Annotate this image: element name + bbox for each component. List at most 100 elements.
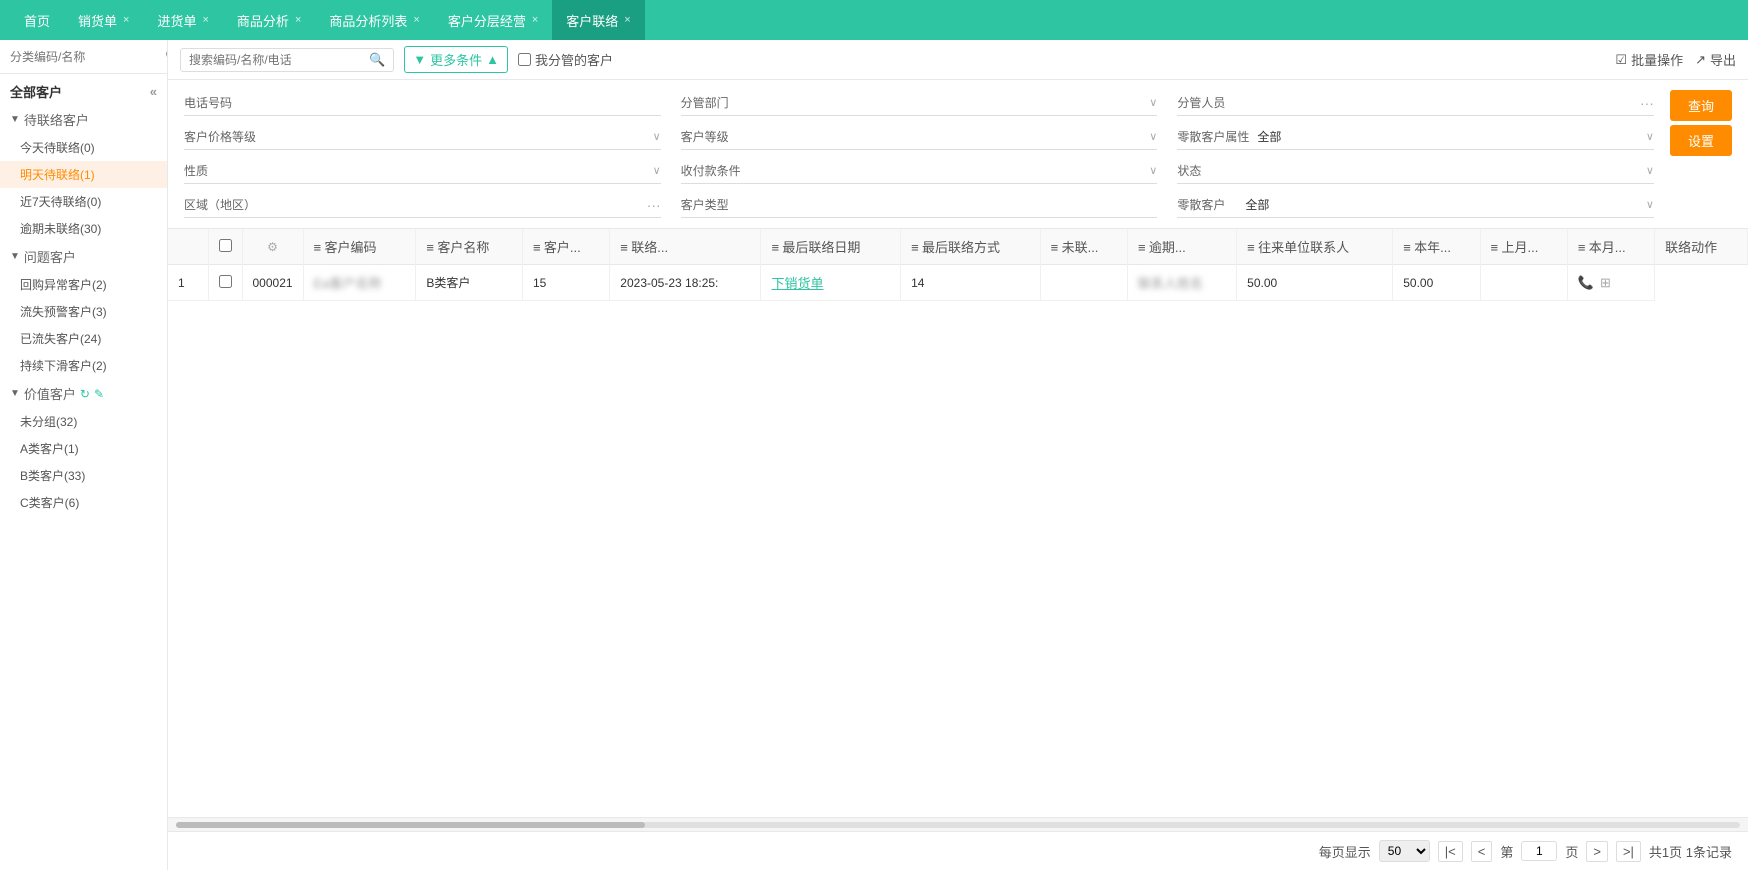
next-page-button[interactable]: > bbox=[1586, 841, 1608, 862]
nav-item-product-analysis-list[interactable]: 商品分析列表 × bbox=[315, 0, 433, 40]
filter-scatter-customer[interactable]: 零散客户 全部 ∨ bbox=[1177, 192, 1654, 218]
chevron-down-icon[interactable]: ∨ bbox=[1646, 198, 1654, 211]
last-method-link[interactable]: 下销货单 bbox=[771, 276, 823, 291]
search-icon[interactable]: 🔍 bbox=[369, 52, 385, 68]
sidebar-group-problem[interactable]: ▼ 问题客户 bbox=[0, 242, 167, 271]
more-filter-button[interactable]: ▼ 更多条件 ▲ bbox=[404, 46, 508, 73]
edit-icon[interactable]: ✎ bbox=[94, 387, 104, 401]
sidebar-group-value[interactable]: ▼ 价值客户 ↻ ✎ bbox=[0, 379, 167, 408]
filter-row-2: 客户价格等级 ∨ 客户等级 ∨ 零散客户属性 全部 ∨ bbox=[184, 124, 1654, 150]
filter-phone[interactable]: 电话号码 bbox=[184, 90, 661, 116]
sidebar-search-bar[interactable]: 🔍 bbox=[0, 40, 167, 74]
sidebar-item-today[interactable]: 今天待联络(0) bbox=[0, 134, 167, 161]
close-icon[interactable]: × bbox=[532, 14, 538, 26]
sidebar-item-tomorrow[interactable]: 明天待联络(1) bbox=[0, 161, 167, 188]
more-icon[interactable]: ··· bbox=[647, 197, 661, 213]
cell-this-year: 50.00 bbox=[1237, 265, 1393, 301]
pagination: 每页显示 50 100 200 |< < 第 页 > >| 共1页 1条记录 bbox=[168, 831, 1748, 870]
grid-icon[interactable]: ⊞ bbox=[1600, 275, 1611, 291]
scrollbar-track[interactable] bbox=[176, 822, 1740, 828]
chevron-down-icon[interactable]: ∨ bbox=[653, 164, 661, 177]
chevron-down-icon[interactable]: ∨ bbox=[1646, 164, 1654, 177]
main-layout: 🔍 全部客户 « ▼ 待联络客户 今天待联络(0) 明天待联络(1) 近7天待联… bbox=[0, 40, 1748, 870]
filter-icon: ▼ bbox=[413, 52, 426, 67]
more-icon[interactable]: ··· bbox=[1640, 95, 1654, 111]
filter-payment[interactable]: 收付款条件 ∨ bbox=[681, 158, 1158, 184]
search-input[interactable] bbox=[189, 53, 369, 67]
nav-item-product-analysis[interactable]: 商品分析 × bbox=[223, 0, 315, 40]
horizontal-scrollbar[interactable] bbox=[168, 817, 1748, 831]
per-page-label: 每页显示 bbox=[1319, 842, 1371, 861]
nav-item-purchase[interactable]: 进货单 × bbox=[143, 0, 222, 40]
chevron-down-icon[interactable]: ∨ bbox=[1149, 164, 1157, 177]
collapse-icon[interactable]: « bbox=[150, 84, 157, 99]
sidebar-item-churn-warning[interactable]: 流失预警客户(3) bbox=[0, 298, 167, 325]
filter-customer-level[interactable]: 客户等级 ∨ bbox=[681, 124, 1158, 150]
nav-item-sales[interactable]: 销货单 × bbox=[64, 0, 143, 40]
set-button[interactable]: 设置 bbox=[1670, 125, 1732, 156]
cell-unit-contact: 联系人姓名 bbox=[1127, 265, 1236, 301]
sidebar-item-overdue[interactable]: 逾期未联络(30) bbox=[0, 215, 167, 242]
filter-dept[interactable]: 分管部门 ∨ bbox=[681, 90, 1158, 116]
filter-person[interactable]: 分管人员 ··· bbox=[1177, 90, 1654, 116]
sidebar-search-input[interactable] bbox=[10, 50, 165, 64]
phone-icon[interactable]: 📞 bbox=[1578, 275, 1594, 291]
close-icon[interactable]: × bbox=[295, 14, 301, 26]
nav-item-customer-contact[interactable]: 客户联络 × bbox=[552, 0, 644, 40]
nav-home[interactable]: 首页 bbox=[10, 0, 64, 40]
refresh-icon[interactable]: ↻ bbox=[80, 387, 90, 401]
sidebar-item-b-class[interactable]: B类客户(33) bbox=[0, 462, 167, 489]
cell-last-method[interactable]: 下销货单 bbox=[761, 265, 901, 301]
filter-scatter-attr[interactable]: 零散客户属性 全部 ∨ bbox=[1177, 124, 1654, 150]
sidebar-item-abnormal[interactable]: 回购异常客户(2) bbox=[0, 271, 167, 298]
page-input[interactable] bbox=[1521, 841, 1557, 861]
table-container: ⚙ ≡ 客户编码 ≡ 客户名称 ≡ 客户... bbox=[168, 229, 1748, 817]
sidebar-item-7days[interactable]: 近7天待联络(0) bbox=[0, 188, 167, 215]
filter-price-level[interactable]: 客户价格等级 ∨ bbox=[184, 124, 661, 150]
filter-region[interactable]: 区域（地区） ··· bbox=[184, 192, 661, 218]
chevron-down-icon[interactable]: ∨ bbox=[1149, 130, 1157, 143]
cell-type: B类客户 bbox=[416, 265, 523, 301]
export-button[interactable]: ↗ 导出 bbox=[1695, 50, 1736, 69]
chevron-down-icon[interactable]: ∨ bbox=[1149, 96, 1157, 109]
first-page-button[interactable]: |< bbox=[1438, 841, 1463, 862]
filter-customer-type[interactable]: 客户类型 bbox=[681, 192, 1158, 218]
scrollbar-thumb[interactable] bbox=[176, 822, 645, 828]
chevron-down-icon[interactable]: ∨ bbox=[653, 130, 661, 143]
col-type: ≡ 客户... bbox=[522, 229, 609, 265]
close-icon[interactable]: × bbox=[123, 14, 129, 26]
sidebar-item-ungrouped[interactable]: 未分组(32) bbox=[0, 408, 167, 435]
col-not-contacted: ≡ 未联... bbox=[1040, 229, 1127, 265]
per-page-select[interactable]: 50 100 200 bbox=[1379, 840, 1430, 862]
sidebar-item-c-class[interactable]: C类客户(6) bbox=[0, 489, 167, 516]
sidebar-item-a-class[interactable]: A类客户(1) bbox=[0, 435, 167, 462]
checkbox-icon: ☑ bbox=[1615, 52, 1627, 68]
action-icons: 📞 ⊞ bbox=[1578, 275, 1644, 291]
sidebar: 🔍 全部客户 « ▼ 待联络客户 今天待联络(0) 明天待联络(1) 近7天待联… bbox=[0, 40, 168, 870]
filter-status[interactable]: 状态 ∨ bbox=[1177, 158, 1654, 184]
query-button[interactable]: 查询 bbox=[1670, 90, 1732, 121]
row-checkbox[interactable] bbox=[219, 275, 232, 288]
table-row: 1 000021 Ea客户名称 B类客户 15 2023-05-23 18:25… bbox=[168, 265, 1748, 301]
chevron-down-icon[interactable]: ∨ bbox=[1646, 130, 1654, 143]
close-icon[interactable]: × bbox=[624, 14, 630, 26]
close-icon[interactable]: × bbox=[413, 14, 419, 26]
filter-nature[interactable]: 性质 ∨ bbox=[184, 158, 661, 184]
close-icon[interactable]: × bbox=[202, 14, 208, 26]
my-customers-checkbox[interactable]: 我分管的客户 bbox=[518, 50, 613, 69]
nav-item-customer-stratify[interactable]: 客户分层经营 × bbox=[434, 0, 552, 40]
last-page-button[interactable]: >| bbox=[1616, 841, 1641, 862]
sidebar-item-churned[interactable]: 已流失客户(24) bbox=[0, 325, 167, 352]
cell-code: 000021 bbox=[242, 265, 303, 301]
prev-page-button[interactable]: < bbox=[1471, 841, 1493, 862]
toolbar-search[interactable]: 🔍 bbox=[180, 48, 394, 72]
batch-op-button[interactable]: ☑ 批量操作 bbox=[1615, 50, 1683, 69]
my-customers-input[interactable] bbox=[518, 53, 531, 66]
sidebar-item-declining[interactable]: 持续下滑客户(2) bbox=[0, 352, 167, 379]
select-all-checkbox[interactable] bbox=[219, 239, 232, 252]
sidebar-group-pending[interactable]: ▼ 待联络客户 bbox=[0, 105, 167, 134]
col-settings[interactable]: ⚙ bbox=[242, 229, 303, 265]
col-no bbox=[168, 229, 208, 265]
cell-checkbox[interactable] bbox=[208, 265, 242, 301]
sidebar-all-customers[interactable]: 全部客户 « bbox=[0, 74, 167, 105]
